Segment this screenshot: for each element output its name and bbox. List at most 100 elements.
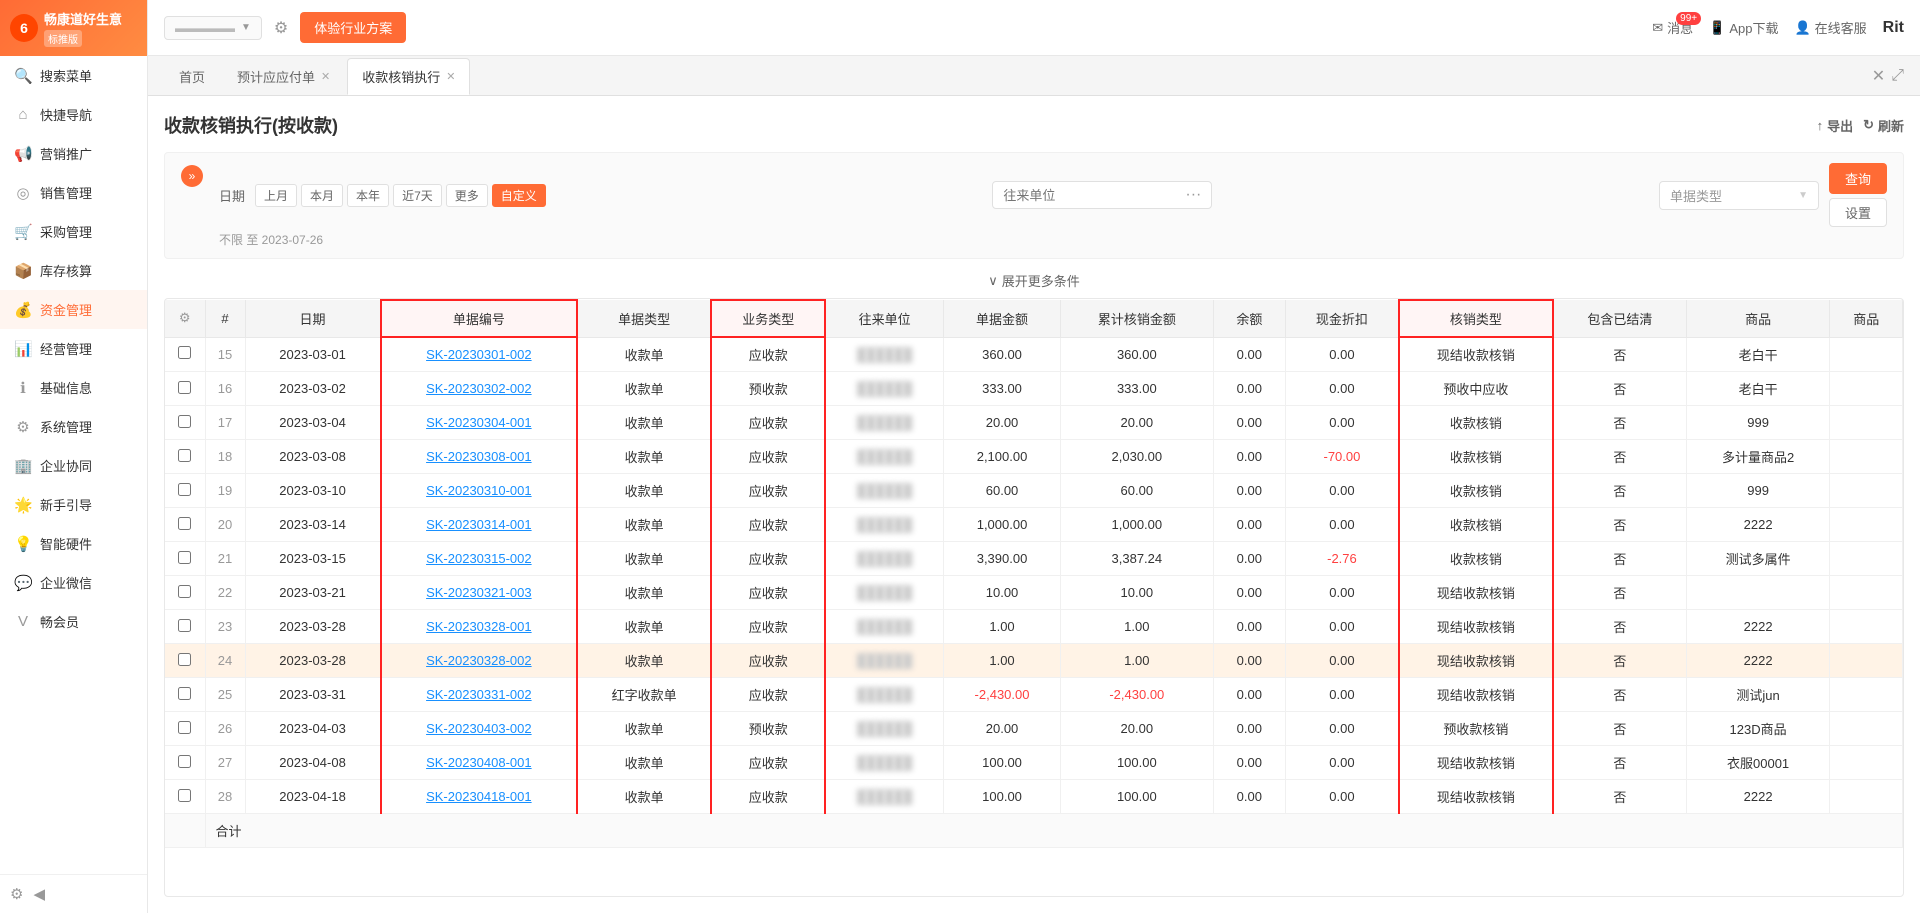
workspace-selector[interactable]: ▬▬▬▬▬ ▼ <box>164 16 262 40</box>
cell-bill-no[interactable]: SK-20230408-001 <box>381 746 578 780</box>
sidebar-item-finance[interactable]: 💰 资金管理 <box>0 290 147 329</box>
cell-bill-no[interactable]: SK-20230315-002 <box>381 542 578 576</box>
cell-select[interactable] <box>165 372 205 406</box>
table-row[interactable]: 18 2023-03-08 SK-20230308-001 收款单 应收款 ██… <box>165 440 1903 474</box>
row-checkbox[interactable] <box>178 687 191 700</box>
row-checkbox[interactable] <box>178 619 191 632</box>
online-service-button[interactable]: 👤 在线客服 <box>1794 18 1866 37</box>
cell-select[interactable] <box>165 746 205 780</box>
row-checkbox[interactable] <box>178 381 191 394</box>
sidebar-item-wechat[interactable]: 💬 企业微信 <box>0 563 147 602</box>
cell-bill-no[interactable]: SK-20230302-002 <box>381 372 578 406</box>
sidebar-item-marketing[interactable]: 📢 营销推广 <box>0 134 147 173</box>
cell-bill-no[interactable]: SK-20230328-002 <box>381 644 578 678</box>
date-last-month[interactable]: 上月 <box>255 184 297 207</box>
partner-dots-icon[interactable]: ··· <box>1185 186 1201 204</box>
collapse-icon[interactable]: ◀ <box>33 885 45 903</box>
sidebar-item-hardware[interactable]: 💡 智能硬件 <box>0 524 147 563</box>
export-button[interactable]: ↑ 导出 <box>1817 116 1854 135</box>
app-download-button[interactable]: 📱 App下载 <box>1709 18 1778 37</box>
sidebar-item-purchase[interactable]: 🛒 采购管理 <box>0 212 147 251</box>
date-more[interactable]: 更多 <box>446 184 488 207</box>
row-checkbox[interactable] <box>178 653 191 666</box>
cell-select[interactable] <box>165 780 205 814</box>
filter-settings-button[interactable]: 设置 <box>1829 198 1887 227</box>
row-checkbox[interactable] <box>178 755 191 768</box>
date-this-month[interactable]: 本月 <box>301 184 343 207</box>
filter-expand-button[interactable]: » <box>181 165 203 187</box>
row-checkbox[interactable] <box>178 346 191 359</box>
cell-bill-no[interactable]: SK-20230301-002 <box>381 337 578 372</box>
date-custom[interactable]: 自定义 <box>492 184 546 207</box>
table-row[interactable]: 22 2023-03-21 SK-20230321-003 收款单 应收款 ██… <box>165 576 1903 610</box>
cell-bill-no[interactable]: SK-20230328-001 <box>381 610 578 644</box>
cell-bill-no[interactable]: SK-20230308-001 <box>381 440 578 474</box>
sidebar-item-member[interactable]: V 畅会员 <box>0 602 147 641</box>
tab-home[interactable]: 首页 <box>164 58 220 94</box>
row-checkbox[interactable] <box>178 517 191 530</box>
table-row[interactable]: 21 2023-03-15 SK-20230315-002 收款单 应收款 ██… <box>165 542 1903 576</box>
cell-bill-no[interactable]: SK-20230418-001 <box>381 780 578 814</box>
industry-solution-button[interactable]: 体验行业方案 <box>300 12 406 43</box>
close-all-tabs-icon[interactable]: ✕ <box>1872 66 1885 86</box>
cell-select[interactable] <box>165 576 205 610</box>
row-checkbox[interactable] <box>178 449 191 462</box>
table-row[interactable]: 27 2023-04-08 SK-20230408-001 收款单 应收款 ██… <box>165 746 1903 780</box>
sidebar-item-corp[interactable]: 🏢 企业协同 <box>0 446 147 485</box>
row-checkbox[interactable] <box>178 789 191 802</box>
partner-field[interactable]: ··· <box>992 181 1212 209</box>
cell-select[interactable] <box>165 610 205 644</box>
cell-bill-no[interactable]: SK-20230403-002 <box>381 712 578 746</box>
sidebar-item-guide[interactable]: 🌟 新手引导 <box>0 485 147 524</box>
sidebar-item-search[interactable]: 🔍 搜索菜单 <box>0 56 147 95</box>
user-profile-button[interactable]: Rit <box>1883 19 1904 37</box>
expand-more-button[interactable]: ∨ 展开更多条件 <box>988 271 1080 290</box>
table-row[interactable]: 25 2023-03-31 SK-20230331-002 红字收款单 应收款 … <box>165 678 1903 712</box>
expand-tabs-icon[interactable]: ⤢ <box>1891 67 1904 85</box>
th-gear[interactable]: ⚙ <box>165 300 205 337</box>
message-button[interactable]: ✉ 消息 99+ <box>1652 18 1693 37</box>
tab-collection-exec[interactable]: 收款核销执行 ✕ <box>347 58 470 95</box>
query-button[interactable]: 查询 <box>1829 163 1887 194</box>
bill-type-select[interactable]: 单据类型 ▼ <box>1659 181 1819 210</box>
tab-close-collection-exec[interactable]: ✕ <box>446 70 455 83</box>
table-row[interactable]: 28 2023-04-18 SK-20230418-001 收款单 应收款 ██… <box>165 780 1903 814</box>
sidebar-item-system[interactable]: ⚙ 系统管理 <box>0 407 147 446</box>
cell-select[interactable] <box>165 337 205 372</box>
cell-select[interactable] <box>165 644 205 678</box>
table-row[interactable]: 20 2023-03-14 SK-20230314-001 收款单 应收款 ██… <box>165 508 1903 542</box>
cell-select[interactable] <box>165 508 205 542</box>
cell-bill-no[interactable]: SK-20230310-001 <box>381 474 578 508</box>
table-row[interactable]: 26 2023-04-03 SK-20230403-002 收款单 预收款 ██… <box>165 712 1903 746</box>
sidebar-item-inventory[interactable]: 📦 库存核算 <box>0 251 147 290</box>
tab-close-pre-sale[interactable]: ✕ <box>321 70 330 83</box>
cell-select[interactable] <box>165 678 205 712</box>
cell-bill-no[interactable]: SK-20230304-001 <box>381 406 578 440</box>
date-this-year[interactable]: 本年 <box>347 184 389 207</box>
cell-select[interactable] <box>165 440 205 474</box>
table-row[interactable]: 23 2023-03-28 SK-20230328-001 收款单 应收款 ██… <box>165 610 1903 644</box>
row-checkbox[interactable] <box>178 483 191 496</box>
table-row[interactable]: 19 2023-03-10 SK-20230310-001 收款单 应收款 ██… <box>165 474 1903 508</box>
gear-icon[interactable]: ⚙ <box>274 18 288 38</box>
cell-select[interactable] <box>165 474 205 508</box>
sidebar-item-sales[interactable]: ◎ 销售管理 <box>0 173 147 212</box>
sidebar-item-quick-nav[interactable]: ⌂ 快捷导航 <box>0 95 147 134</box>
cell-select[interactable] <box>165 712 205 746</box>
sidebar-item-operations[interactable]: 📊 经营管理 <box>0 329 147 368</box>
row-checkbox[interactable] <box>178 721 191 734</box>
table-row[interactable]: 24 2023-03-28 SK-20230328-002 收款单 应收款 ██… <box>165 644 1903 678</box>
table-row[interactable]: 15 2023-03-01 SK-20230301-002 收款单 应收款 ██… <box>165 337 1903 372</box>
cell-select[interactable] <box>165 406 205 440</box>
table-row[interactable]: 16 2023-03-02 SK-20230302-002 收款单 预收款 ██… <box>165 372 1903 406</box>
sidebar-item-basic-info[interactable]: ℹ 基础信息 <box>0 368 147 407</box>
table-row[interactable]: 17 2023-03-04 SK-20230304-001 收款单 应收款 ██… <box>165 406 1903 440</box>
cell-select[interactable] <box>165 542 205 576</box>
settings-icon[interactable]: ⚙ <box>10 885 23 903</box>
cell-bill-no[interactable]: SK-20230314-001 <box>381 508 578 542</box>
row-checkbox[interactable] <box>178 415 191 428</box>
tab-pre-sale[interactable]: 预计应应付单 ✕ <box>222 58 345 94</box>
date-last-7-days[interactable]: 近7天 <box>393 184 442 207</box>
refresh-button[interactable]: ↻ 刷新 <box>1863 116 1904 135</box>
partner-input[interactable] <box>1003 188 1179 203</box>
